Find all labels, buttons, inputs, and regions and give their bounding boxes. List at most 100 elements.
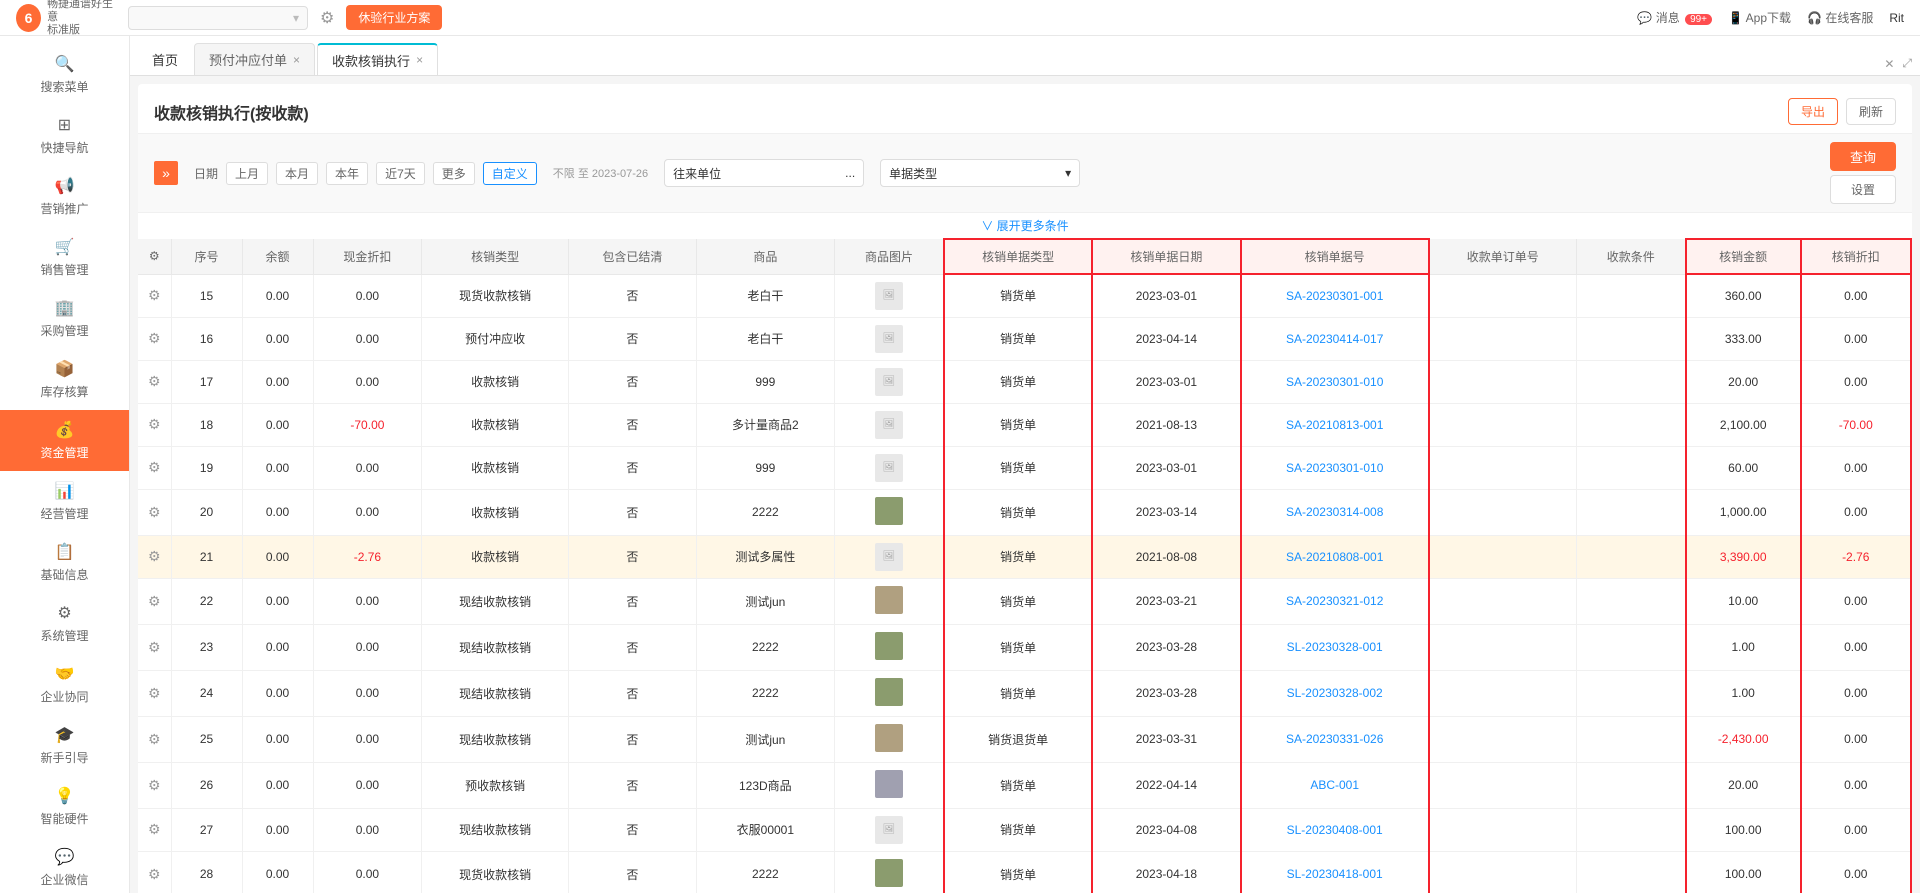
sidebar-item-10[interactable]: 🤝企业协同 [0, 654, 129, 715]
row-gear-icon[interactable]: ⚙ [148, 731, 161, 747]
refresh-button[interactable]: 刷新 [1846, 98, 1896, 125]
bill-no-link[interactable]: SA-20230314-008 [1286, 505, 1383, 519]
app-download-button[interactable]: 📱 App下载 [1728, 9, 1791, 26]
expand-arrow-button[interactable]: » [154, 161, 178, 185]
row-gear-icon[interactable]: ⚙ [148, 330, 161, 346]
filter-custom-button[interactable]: 自定义 [483, 162, 537, 185]
col-bill-no[interactable]: SA-20230301-010 [1241, 446, 1429, 489]
col-bill-no[interactable]: SA-20230314-008 [1241, 489, 1429, 535]
col-settings[interactable]: ⚙ [138, 446, 171, 489]
col-settings[interactable]: ⚙ [138, 578, 171, 624]
industry-solution-button[interactable]: 休验行业方案 [346, 5, 442, 30]
search-input[interactable] [137, 12, 257, 24]
col-included: 否 [568, 317, 696, 360]
bill-no-link[interactable]: SA-20230301-010 [1286, 461, 1383, 475]
col-bill-type: 销货单 [944, 851, 1092, 893]
sidebar-item-8[interactable]: 📋基础信息 [0, 532, 129, 593]
col-settings[interactable]: ⚙ [138, 851, 171, 893]
col-bill-no[interactable]: SA-20210813-001 [1241, 403, 1429, 446]
col-settings[interactable]: ⚙ [138, 274, 171, 317]
bill-no-link[interactable]: SL-20230408-001 [1287, 823, 1383, 837]
sidebar-item-7[interactable]: 📊经营管理 [0, 471, 129, 532]
tab-home[interactable]: 首页 [138, 43, 192, 75]
query-button[interactable]: 查询 [1830, 142, 1896, 171]
filter-last-month-button[interactable]: 上月 [226, 162, 268, 185]
bill-no-link[interactable]: SA-20230301-001 [1286, 289, 1383, 303]
online-service-button[interactable]: 🎧 在线客服 [1807, 9, 1873, 26]
bill-no-link[interactable]: SA-20230301-010 [1286, 375, 1383, 389]
bill-no-link[interactable]: SA-20230331-026 [1286, 732, 1383, 746]
bill-no-link[interactable]: SA-20230321-012 [1286, 594, 1383, 608]
setting-button[interactable]: 设置 [1830, 175, 1896, 204]
col-bill-no[interactable]: SA-20230301-010 [1241, 360, 1429, 403]
tab-prepay[interactable]: 预付冲应付单 × [194, 43, 315, 75]
sidebar-item-11[interactable]: 🎓新手引导 [0, 715, 129, 776]
row-gear-icon[interactable]: ⚙ [148, 777, 161, 793]
maximize-icon[interactable]: ⤢ [1902, 56, 1912, 71]
sidebar-item-2[interactable]: 📢营销推广 [0, 166, 129, 227]
sidebar-item-6[interactable]: 💰资金管理 [0, 410, 129, 471]
expand-more-button[interactable]: ∨ 展开更多条件 [138, 213, 1912, 238]
col-settings[interactable]: ⚙ [138, 489, 171, 535]
row-gear-icon[interactable]: ⚙ [148, 548, 161, 564]
col-bill-no[interactable]: SA-20230301-001 [1241, 274, 1429, 317]
bill-no-link[interactable]: SA-20210813-001 [1286, 418, 1383, 432]
col-settings[interactable]: ⚙ [138, 624, 171, 670]
sidebar-item-13[interactable]: 💬企业微信 [0, 837, 129, 893]
sidebar-item-1[interactable]: ⊞快捷导航 [0, 105, 129, 166]
bill-no-link[interactable]: ABC-001 [1310, 778, 1359, 792]
col-bill-no[interactable]: SA-20230321-012 [1241, 578, 1429, 624]
sidebar-item-3[interactable]: 🛒销售管理 [0, 227, 129, 288]
sidebar-item-9[interactable]: ⚙系统管理 [0, 593, 129, 654]
row-gear-icon[interactable]: ⚙ [148, 287, 161, 303]
top-search-bar[interactable]: ▾ [128, 6, 308, 30]
col-bill-no[interactable]: SL-20230328-001 [1241, 624, 1429, 670]
sidebar-item-4[interactable]: 🏢采购管理 [0, 288, 129, 349]
row-gear-icon[interactable]: ⚙ [148, 504, 161, 520]
row-gear-icon[interactable]: ⚙ [148, 639, 161, 655]
col-bill-no[interactable]: SL-20230408-001 [1241, 808, 1429, 851]
col-bill-no[interactable]: SL-20230418-001 [1241, 851, 1429, 893]
filter-7days-button[interactable]: 近7天 [376, 162, 425, 185]
col-settings[interactable]: ⚙ [138, 670, 171, 716]
gear-icon[interactable]: ⚙ [320, 8, 334, 28]
bill-no-link[interactable]: SA-20210808-001 [1286, 550, 1383, 564]
col-settings[interactable]: ⚙ [138, 808, 171, 851]
bill-no-link[interactable]: SL-20230328-002 [1287, 686, 1383, 700]
col-bill-no[interactable]: SA-20230414-017 [1241, 317, 1429, 360]
close-prepay-tab-icon[interactable]: × [293, 53, 300, 67]
col-bill-no[interactable]: SA-20210808-001 [1241, 535, 1429, 578]
col-settings[interactable]: ⚙ [138, 716, 171, 762]
col-bill-no[interactable]: SL-20230328-002 [1241, 670, 1429, 716]
row-gear-icon[interactable]: ⚙ [148, 866, 161, 882]
col-settings[interactable]: ⚙ [138, 360, 171, 403]
col-settings[interactable]: ⚙ [138, 762, 171, 808]
col-settings[interactable]: ⚙ [138, 317, 171, 360]
row-gear-icon[interactable]: ⚙ [148, 821, 161, 837]
row-gear-icon[interactable]: ⚙ [148, 459, 161, 475]
sidebar-item-12[interactable]: 💡智能硬件 [0, 776, 129, 837]
close-all-tabs-icon[interactable]: ✕ [1884, 57, 1894, 71]
filter-this-month-button[interactable]: 本月 [276, 162, 318, 185]
tab-verify[interactable]: 收款核销执行 × [317, 43, 438, 75]
bill-no-link[interactable]: SL-20230418-001 [1287, 867, 1383, 881]
export-button[interactable]: 导出 [1788, 98, 1838, 125]
col-settings[interactable]: ⚙ [138, 535, 171, 578]
filter-this-year-button[interactable]: 本年 [326, 162, 368, 185]
col-settings[interactable]: ⚙ [138, 403, 171, 446]
col-bill-no[interactable]: ABC-001 [1241, 762, 1429, 808]
sidebar-item-0[interactable]: 🔍搜索菜单 [0, 44, 129, 105]
row-gear-icon[interactable]: ⚙ [148, 593, 161, 609]
company-filter[interactable]: 往来单位 ... [664, 159, 864, 187]
row-gear-icon[interactable]: ⚙ [148, 416, 161, 432]
sidebar-item-5[interactable]: 📦库存核算 [0, 349, 129, 410]
col-bill-no[interactable]: SA-20230331-026 [1241, 716, 1429, 762]
bill-no-link[interactable]: SL-20230328-001 [1287, 640, 1383, 654]
filter-more-button[interactable]: 更多 [433, 162, 475, 185]
bill-no-link[interactable]: SA-20230414-017 [1286, 332, 1383, 346]
row-gear-icon[interactable]: ⚙ [148, 373, 161, 389]
row-gear-icon[interactable]: ⚙ [148, 685, 161, 701]
type-filter[interactable]: 单据类型 ▾ [880, 159, 1080, 187]
close-verify-tab-icon[interactable]: × [416, 53, 423, 67]
notification-button[interactable]: 💬 消息 99+ [1637, 9, 1712, 26]
